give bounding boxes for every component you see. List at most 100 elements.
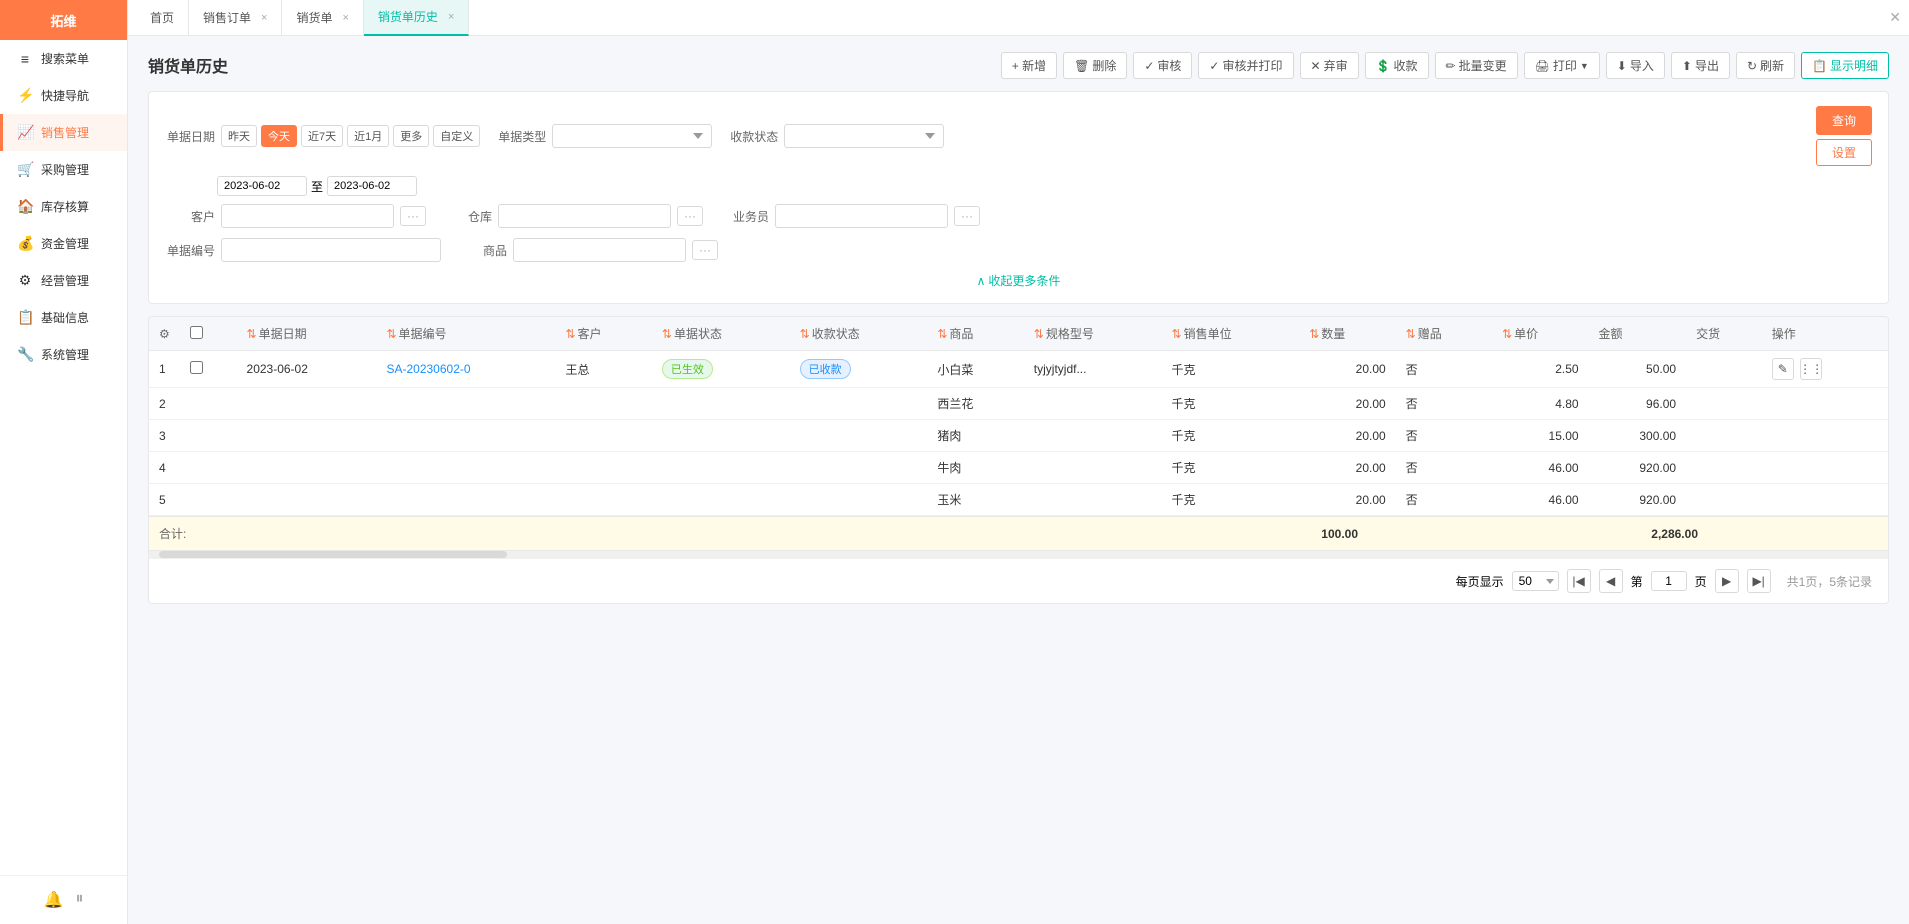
- tab-sales-delivery-history-close[interactable]: ×: [448, 11, 454, 23]
- check-cell[interactable]: [180, 351, 237, 388]
- check-cell[interactable]: [180, 484, 237, 516]
- sidebar-item-purchase-mgmt[interactable]: 🛒 采购管理: [0, 151, 127, 188]
- filter-actions: 查询 设置: [1816, 106, 1872, 166]
- doc-no-cell[interactable]: [376, 484, 555, 516]
- doc-no-cell[interactable]: [376, 388, 555, 420]
- query-button[interactable]: 查询: [1816, 106, 1872, 135]
- sidebar-item-label: 系统管理: [41, 346, 89, 363]
- date-btn-custom[interactable]: 自定义: [433, 125, 480, 147]
- unit-col-header[interactable]: ⇅销售单位: [1162, 317, 1300, 351]
- select-all-checkbox[interactable]: [190, 326, 203, 339]
- doc-no-input[interactable]: [221, 238, 441, 262]
- notification-icon[interactable]: 🔔: [44, 890, 64, 910]
- trade-cell: [1686, 420, 1762, 452]
- page-next-button[interactable]: ▶: [1715, 569, 1739, 593]
- page-prev-button[interactable]: ◀: [1599, 569, 1623, 593]
- collect-button[interactable]: 💲 收款: [1365, 52, 1429, 79]
- tab-sales-order[interactable]: 销售订单 ×: [189, 0, 282, 36]
- sidebar-item-basic-info[interactable]: 📋 基础信息: [0, 299, 127, 336]
- date-from-input[interactable]: [217, 176, 307, 196]
- goods-cell: 小白菜: [927, 351, 1023, 388]
- sidebar-item-search-menu[interactable]: ≡ 搜索菜单: [0, 40, 127, 77]
- refresh-button[interactable]: ↻ 刷新: [1736, 52, 1795, 79]
- seq-cell: 5: [149, 484, 180, 516]
- quick-nav-icon: ⚡: [17, 87, 33, 104]
- new-button[interactable]: + 新增: [1001, 52, 1057, 79]
- check-cell[interactable]: [180, 452, 237, 484]
- sales-rep-input[interactable]: [775, 204, 948, 228]
- unit-price-col-header[interactable]: ⇅单价: [1492, 317, 1588, 351]
- goods-ellipsis[interactable]: ···: [692, 240, 718, 260]
- tab-sales-delivery[interactable]: 销货单 ×: [282, 0, 363, 36]
- show-detail-icon: 📋: [1812, 59, 1827, 73]
- spec-col-header[interactable]: ⇅规格型号: [1024, 317, 1162, 351]
- abandon-button[interactable]: ✕ 弃审: [1300, 52, 1359, 79]
- amount-cell: 96.00: [1589, 388, 1687, 420]
- sidebar-item-quick-nav[interactable]: ⚡ 快捷导航: [0, 77, 127, 114]
- doc-no-link[interactable]: SA-20230602-0: [386, 362, 470, 376]
- doc-no-col-header[interactable]: ⇅单据编号: [376, 317, 555, 351]
- check-cell[interactable]: [180, 420, 237, 452]
- print-button[interactable]: 🖨 打印 ▼: [1524, 52, 1600, 79]
- import-button[interactable]: ⬇ 导入: [1606, 52, 1665, 79]
- date-btn-today[interactable]: 今天: [261, 125, 297, 147]
- payment-status-select[interactable]: [784, 124, 944, 148]
- page-last-button[interactable]: ▶|: [1747, 569, 1771, 593]
- warehouse-input[interactable]: [498, 204, 671, 228]
- edit-button[interactable]: ✎: [1772, 358, 1794, 380]
- sales-rep-ellipsis[interactable]: ···: [954, 206, 980, 226]
- pause-icon[interactable]: ⏸: [75, 890, 83, 910]
- summary-total-amount: 2,286.00: [1598, 527, 1698, 541]
- customer-col-header[interactable]: ⇅客户: [555, 317, 651, 351]
- doc-date-col-header[interactable]: ⇅单据日期: [237, 317, 377, 351]
- page-first-button[interactable]: |◀: [1567, 569, 1591, 593]
- date-btn-1month[interactable]: 近1月: [347, 125, 389, 147]
- date-btn-yesterday[interactable]: 昨天: [221, 125, 257, 147]
- doc-status-col-header[interactable]: ⇅单据状态: [652, 317, 790, 351]
- delete-button[interactable]: 🗑 删除: [1063, 52, 1127, 79]
- sidebar-item-sys-mgmt[interactable]: 🔧 系统管理: [0, 336, 127, 373]
- more-ops-button[interactable]: ⋮⋮: [1800, 358, 1822, 380]
- sidebar-item-sales-mgmt[interactable]: 📈 销售管理: [0, 114, 127, 151]
- date-to-input[interactable]: [327, 176, 417, 196]
- audit-button[interactable]: ✓ 审核: [1133, 52, 1192, 79]
- doc-no-cell[interactable]: [376, 420, 555, 452]
- doc-no-cell[interactable]: [376, 452, 555, 484]
- settings-col-header[interactable]: ⚙: [149, 317, 180, 351]
- scrollbar-thumb[interactable]: [159, 551, 507, 558]
- qty-col-header[interactable]: ⇅数量: [1299, 317, 1395, 351]
- tab-bar-close[interactable]: ✕: [1889, 9, 1901, 26]
- sidebar-item-inventory-calc[interactable]: 🏠 库存核算: [0, 188, 127, 225]
- tab-sales-order-close[interactable]: ×: [261, 12, 267, 24]
- export-button[interactable]: ⬆ 导出: [1671, 52, 1730, 79]
- goods-col-header[interactable]: ⇅商品: [927, 317, 1023, 351]
- collapse-button[interactable]: ∧ 收起更多条件: [165, 272, 1872, 289]
- customer-input[interactable]: [221, 204, 394, 228]
- tab-sales-delivery-close[interactable]: ×: [342, 12, 348, 24]
- sidebar-item-ops-mgmt[interactable]: ⚙ 经营管理: [0, 262, 127, 299]
- customer-ellipsis[interactable]: ···: [400, 206, 426, 226]
- batch-change-button[interactable]: ✏ 批量变更: [1435, 52, 1518, 79]
- tab-sales-delivery-history[interactable]: 销货单历史 ×: [364, 0, 469, 36]
- date-btn-more[interactable]: 更多: [393, 125, 429, 147]
- table-wrapper: ⚙ ⇅单据日期 ⇅单据编号 ⇅客户 ⇅单据状态 ⇅收款状态 ⇅商品 ⇅规格型号 …: [148, 316, 1889, 604]
- date-btn-7days[interactable]: 近7天: [301, 125, 343, 147]
- goods-input[interactable]: [513, 238, 686, 262]
- doc-no-cell[interactable]: SA-20230602-0: [376, 351, 555, 388]
- set-button[interactable]: 设置: [1816, 139, 1872, 166]
- audit-print-button[interactable]: ✓ 审核并打印: [1198, 52, 1293, 79]
- warehouse-ellipsis[interactable]: ···: [677, 206, 703, 226]
- sidebar-item-label: 快捷导航: [41, 87, 89, 104]
- check-col-header[interactable]: [180, 317, 237, 351]
- doc-type-select[interactable]: [552, 124, 712, 148]
- payment-status-col-header[interactable]: ⇅收款状态: [790, 317, 928, 351]
- tab-home[interactable]: 首页: [136, 0, 189, 36]
- check-cell[interactable]: [180, 388, 237, 420]
- sidebar-item-fund-mgmt[interactable]: 💰 资金管理: [0, 225, 127, 262]
- page-number-input[interactable]: [1651, 571, 1687, 591]
- row-checkbox[interactable]: [190, 361, 203, 374]
- gift-col-header[interactable]: ⇅赠品: [1396, 317, 1492, 351]
- page-size-select[interactable]: 50 10 20 100: [1512, 571, 1559, 591]
- doc-date-cell: [237, 484, 377, 516]
- show-detail-button[interactable]: 📋 显示明细: [1801, 52, 1889, 79]
